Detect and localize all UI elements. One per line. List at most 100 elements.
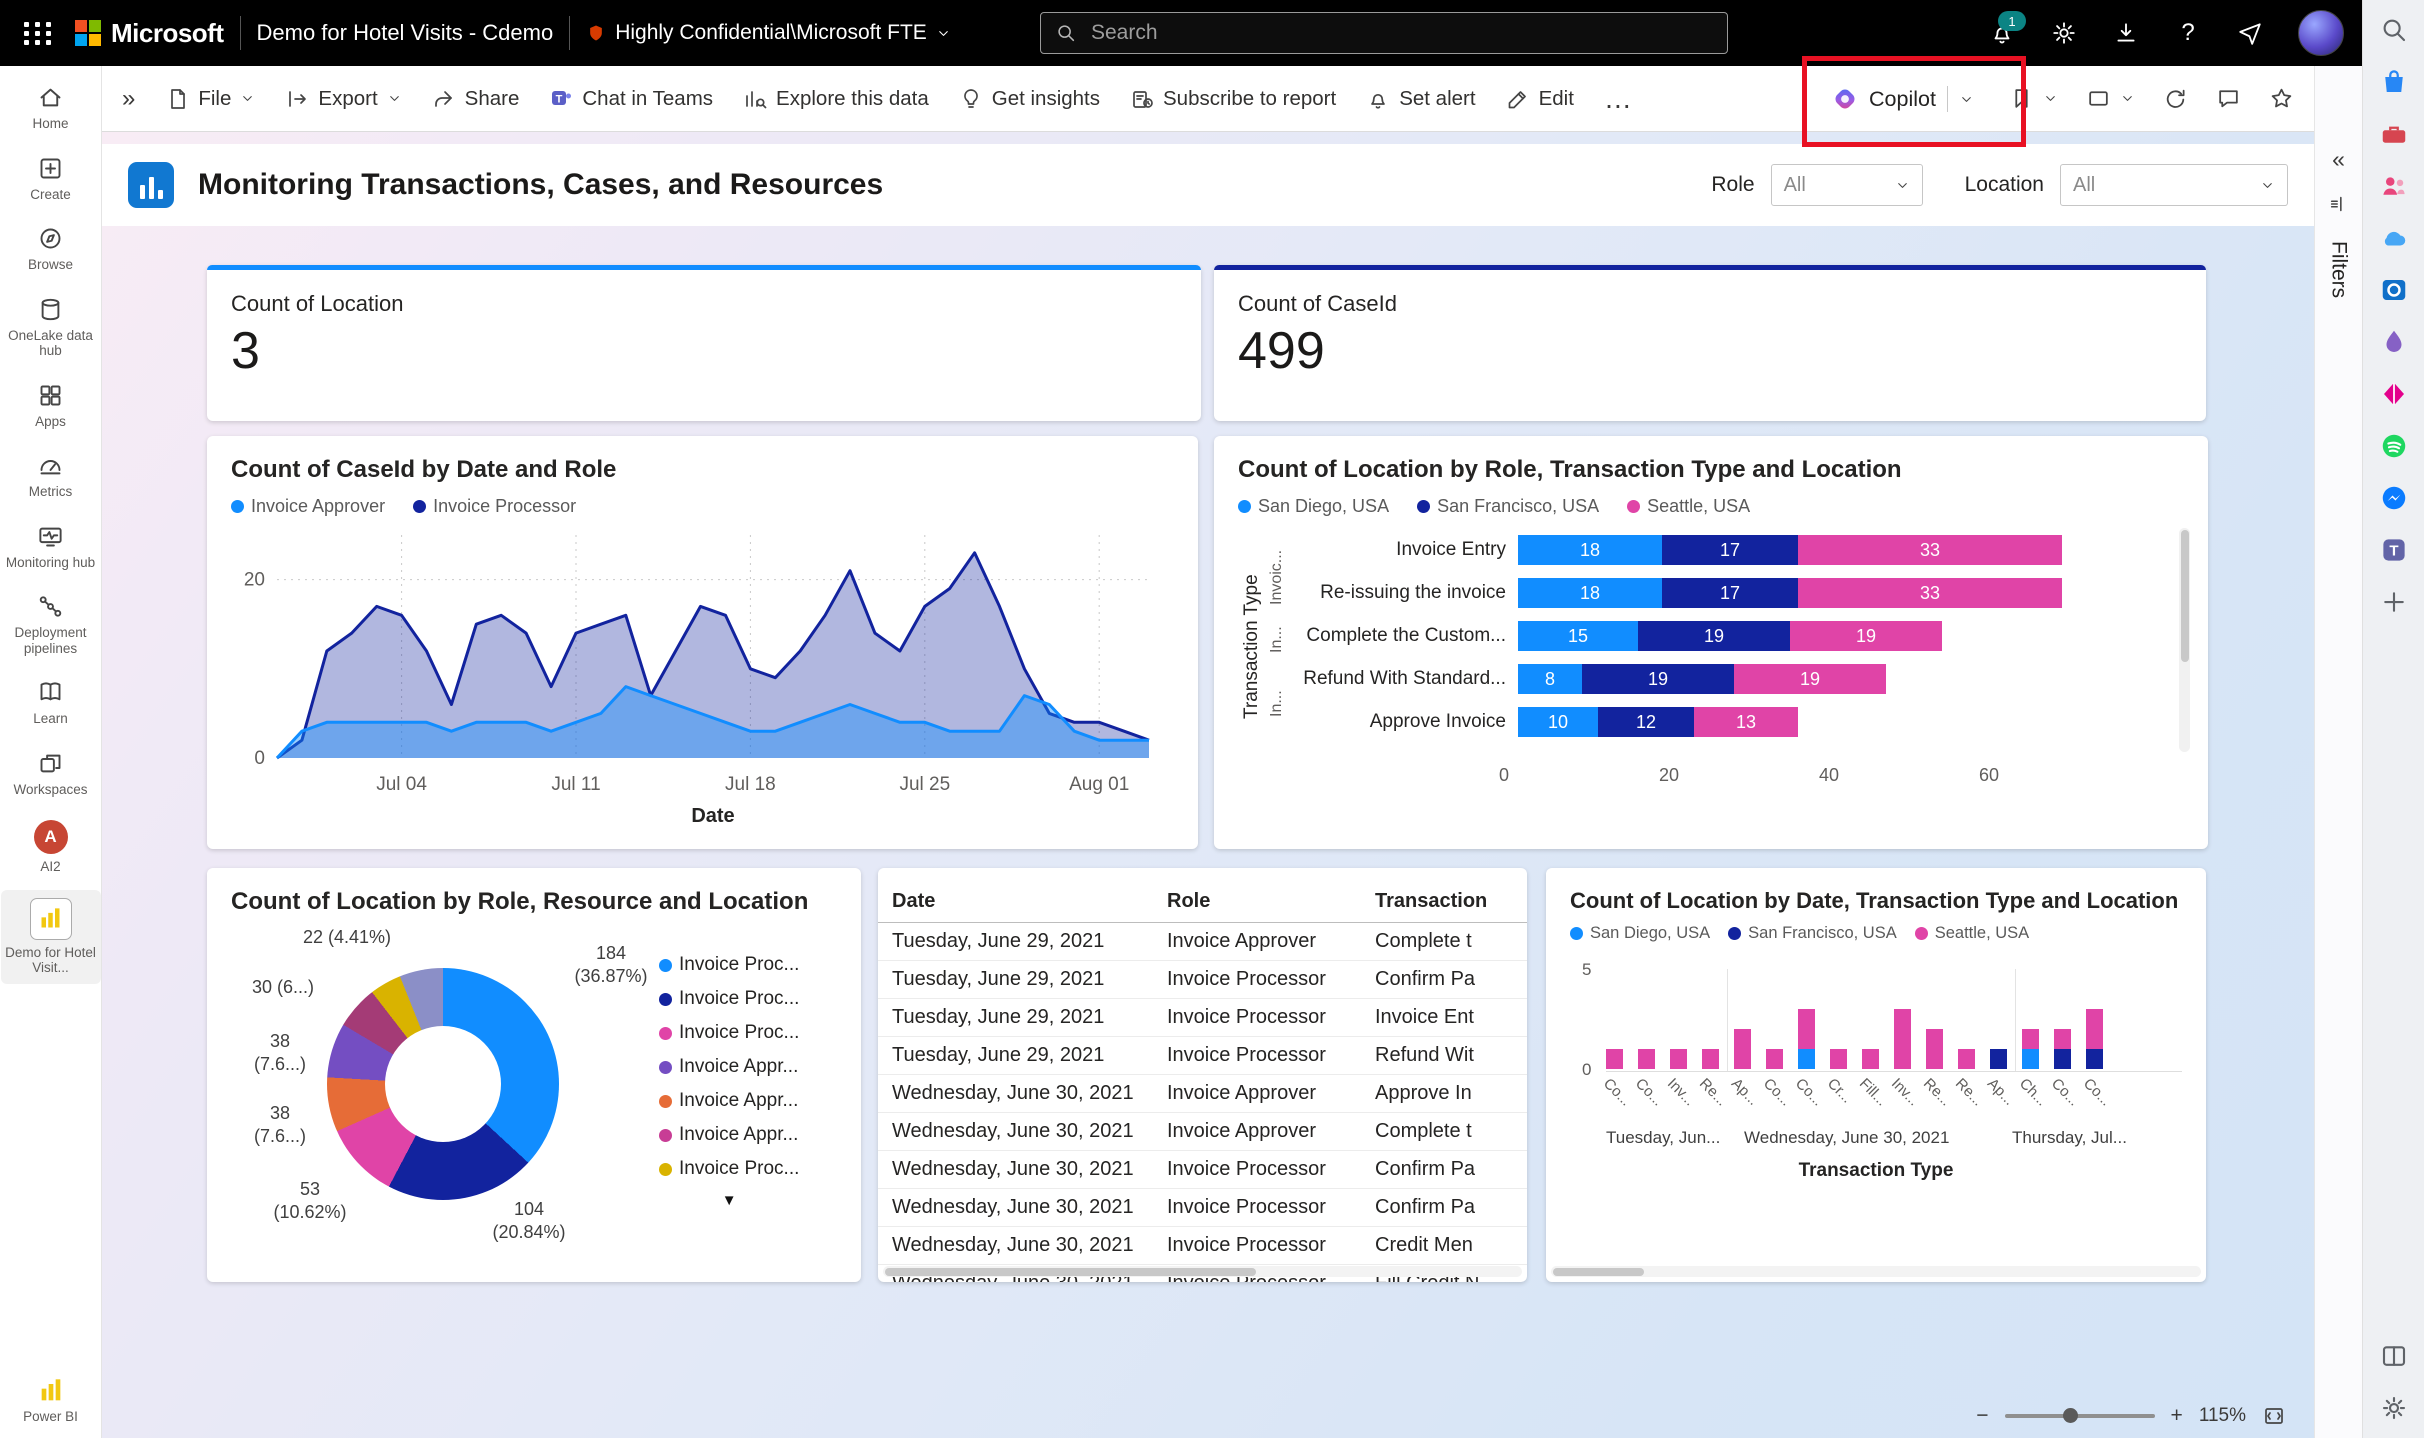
scrollbar-thumb[interactable] (2181, 530, 2189, 662)
area-chart-visual[interactable]: Count of CaseId by Date and Role Invoice… (207, 436, 1198, 849)
legend-item[interactable]: Invoice Processor (413, 496, 576, 517)
sidebar-item-deployment-pipelines[interactable]: Deployment pipelines (1, 585, 101, 664)
kpi-card-count-of-caseid[interactable]: Count of CaseId 499 (1214, 265, 2206, 421)
favorite-star-icon[interactable] (2269, 86, 2294, 111)
column-segment[interactable] (1894, 1009, 1911, 1069)
sidebar-item-home[interactable]: Home (1, 76, 101, 140)
legend-item[interactable]: Seattle, USA (1627, 496, 1750, 517)
column-segment[interactable] (1606, 1049, 1623, 1069)
role-filter-dropdown[interactable]: All (1771, 164, 1923, 206)
horizontal-scrollbar[interactable] (1551, 1266, 2201, 1277)
filters-pane-label[interactable]: Filters (2327, 241, 2351, 298)
export-menu-button[interactable]: Export (285, 87, 401, 111)
column-segment[interactable] (1830, 1049, 1847, 1069)
legend-item[interactable]: Invoice Proc... (659, 954, 799, 976)
column-segment[interactable] (2022, 1049, 2039, 1069)
column[interactable] (1766, 1049, 1783, 1069)
bar-segment[interactable]: 18 (1518, 578, 1662, 608)
bar-segment[interactable]: 15 (1518, 621, 1638, 651)
column[interactable] (1734, 1029, 1751, 1069)
stacked-bar-chart-visual[interactable]: Count of Location by Role, Transaction T… (1214, 436, 2208, 849)
sidebar-search-icon[interactable] (2376, 12, 2412, 48)
drop-icon[interactable] (2376, 324, 2412, 360)
column-segment[interactable] (1734, 1029, 1751, 1069)
sensitivity-label-button[interactable]: Highly Confidential\Microsoft FTE (586, 21, 951, 45)
add-app-icon[interactable] (2376, 584, 2412, 620)
search-input[interactable] (1089, 20, 1713, 46)
set-alert-button[interactable]: Set alert (1366, 87, 1475, 111)
fit-to-page-icon[interactable] (2262, 1404, 2286, 1428)
column[interactable] (1702, 1049, 1719, 1069)
column-segment[interactable] (1926, 1029, 1943, 1069)
file-menu-button[interactable]: File (165, 87, 255, 111)
column-segment[interactable] (1862, 1049, 1879, 1069)
column-header-role[interactable]: Role (1153, 880, 1361, 923)
bar-segment[interactable]: 19 (1734, 664, 1886, 694)
table-row[interactable]: Wednesday, June 30, 2021Invoice Approver… (878, 1075, 1527, 1113)
column-segment[interactable] (1798, 1009, 1815, 1049)
view-options-button[interactable] (2086, 86, 2135, 111)
column[interactable] (1638, 1049, 1655, 1069)
global-search-box[interactable] (1040, 12, 1728, 54)
help-button[interactable]: ? (2174, 19, 2202, 47)
table-row[interactable]: Wednesday, June 30, 2021Invoice Approver… (878, 1113, 1527, 1151)
column-segment[interactable] (1702, 1049, 1719, 1069)
bar-segment[interactable]: 17 (1662, 578, 1798, 608)
bar-segment[interactable]: 12 (1598, 707, 1694, 737)
sidebar-item-metrics[interactable]: Metrics (1, 444, 101, 508)
designer-icon[interactable] (2376, 376, 2412, 412)
bar-segment[interactable]: 13 (1694, 707, 1798, 737)
column[interactable] (2022, 1029, 2039, 1069)
column-segment[interactable] (2086, 1009, 2103, 1049)
table-row[interactable]: Tuesday, June 29, 2021Invoice ProcessorI… (878, 999, 1527, 1037)
legend-item[interactable]: Seattle, USA (1915, 924, 2029, 943)
zoom-in-icon[interactable]: + (2171, 1404, 2183, 1428)
cloud-icon[interactable] (2376, 220, 2412, 256)
music-icon[interactable] (2376, 428, 2412, 464)
donut-chart[interactable] (327, 968, 559, 1200)
column-segment[interactable] (2054, 1049, 2071, 1069)
location-filter-dropdown[interactable]: All (2060, 164, 2288, 206)
scrollbar-thumb[interactable] (1553, 1268, 1644, 1276)
table-row[interactable]: Wednesday, June 30, 2021Invoice Processo… (878, 1227, 1527, 1265)
outlook-icon[interactable] (2376, 272, 2412, 308)
column[interactable] (2054, 1029, 2071, 1069)
legend-item[interactable]: San Diego, USA (1238, 496, 1389, 517)
column[interactable] (1862, 1049, 1879, 1069)
pane-toggle-icon[interactable] (2328, 193, 2350, 215)
bar-segment[interactable]: 33 (1798, 535, 2062, 565)
app-launcher-icon[interactable] (18, 16, 59, 51)
split-screen-icon[interactable] (2376, 1338, 2412, 1374)
column[interactable] (1606, 1049, 1623, 1069)
kpi-card-count-of-location[interactable]: Count of Location 3 (207, 265, 1201, 421)
table-row[interactable]: Tuesday, June 29, 2021Invoice ProcessorR… (878, 1037, 1527, 1075)
vertical-scrollbar[interactable] (2179, 528, 2190, 752)
tools-icon[interactable] (2376, 116, 2412, 152)
horizontal-scrollbar[interactable] (883, 1266, 1522, 1277)
sidebar-item-workspaces[interactable]: Workspaces (1, 742, 101, 806)
copilot-button[interactable]: Copilot (1818, 76, 1988, 122)
sidebar-item-monitoring-hub[interactable]: Monitoring hub (1, 515, 101, 579)
legend-item[interactable]: San Diego, USA (1570, 924, 1710, 943)
bar-segment[interactable]: 10 (1518, 707, 1598, 737)
column[interactable] (1798, 1009, 1815, 1069)
legend-item[interactable]: Invoice Appr... (659, 1090, 799, 1112)
sidebar-item-onelake-data-hub[interactable]: OneLake data hub (1, 288, 101, 367)
column-segment[interactable] (2022, 1029, 2039, 1049)
settings-button[interactable] (2050, 19, 2078, 47)
column-segment[interactable] (1638, 1049, 1655, 1069)
column[interactable] (1926, 1029, 1943, 1069)
refresh-icon[interactable] (2163, 86, 2188, 111)
column-segment[interactable] (2086, 1049, 2103, 1069)
zoom-slider[interactable] (2005, 1414, 2155, 1418)
sidebar-item-apps[interactable]: Apps (1, 374, 101, 438)
table-visual[interactable]: Date Role Transaction Tuesday, June 29, … (878, 868, 1527, 1282)
sidebar-item-ai2-workspace[interactable]: A AI2 (1, 812, 101, 883)
column-segment[interactable] (2054, 1029, 2071, 1049)
column[interactable] (1958, 1049, 1975, 1069)
bar-segment[interactable]: 18 (1518, 535, 1662, 565)
stacked-column-chart-visual[interactable]: Count of Location by Date, Transaction T… (1546, 868, 2206, 1282)
zoom-slider-knob[interactable] (2063, 1408, 2078, 1423)
share-button[interactable]: Share (432, 87, 520, 111)
column-segment[interactable] (1990, 1049, 2007, 1069)
